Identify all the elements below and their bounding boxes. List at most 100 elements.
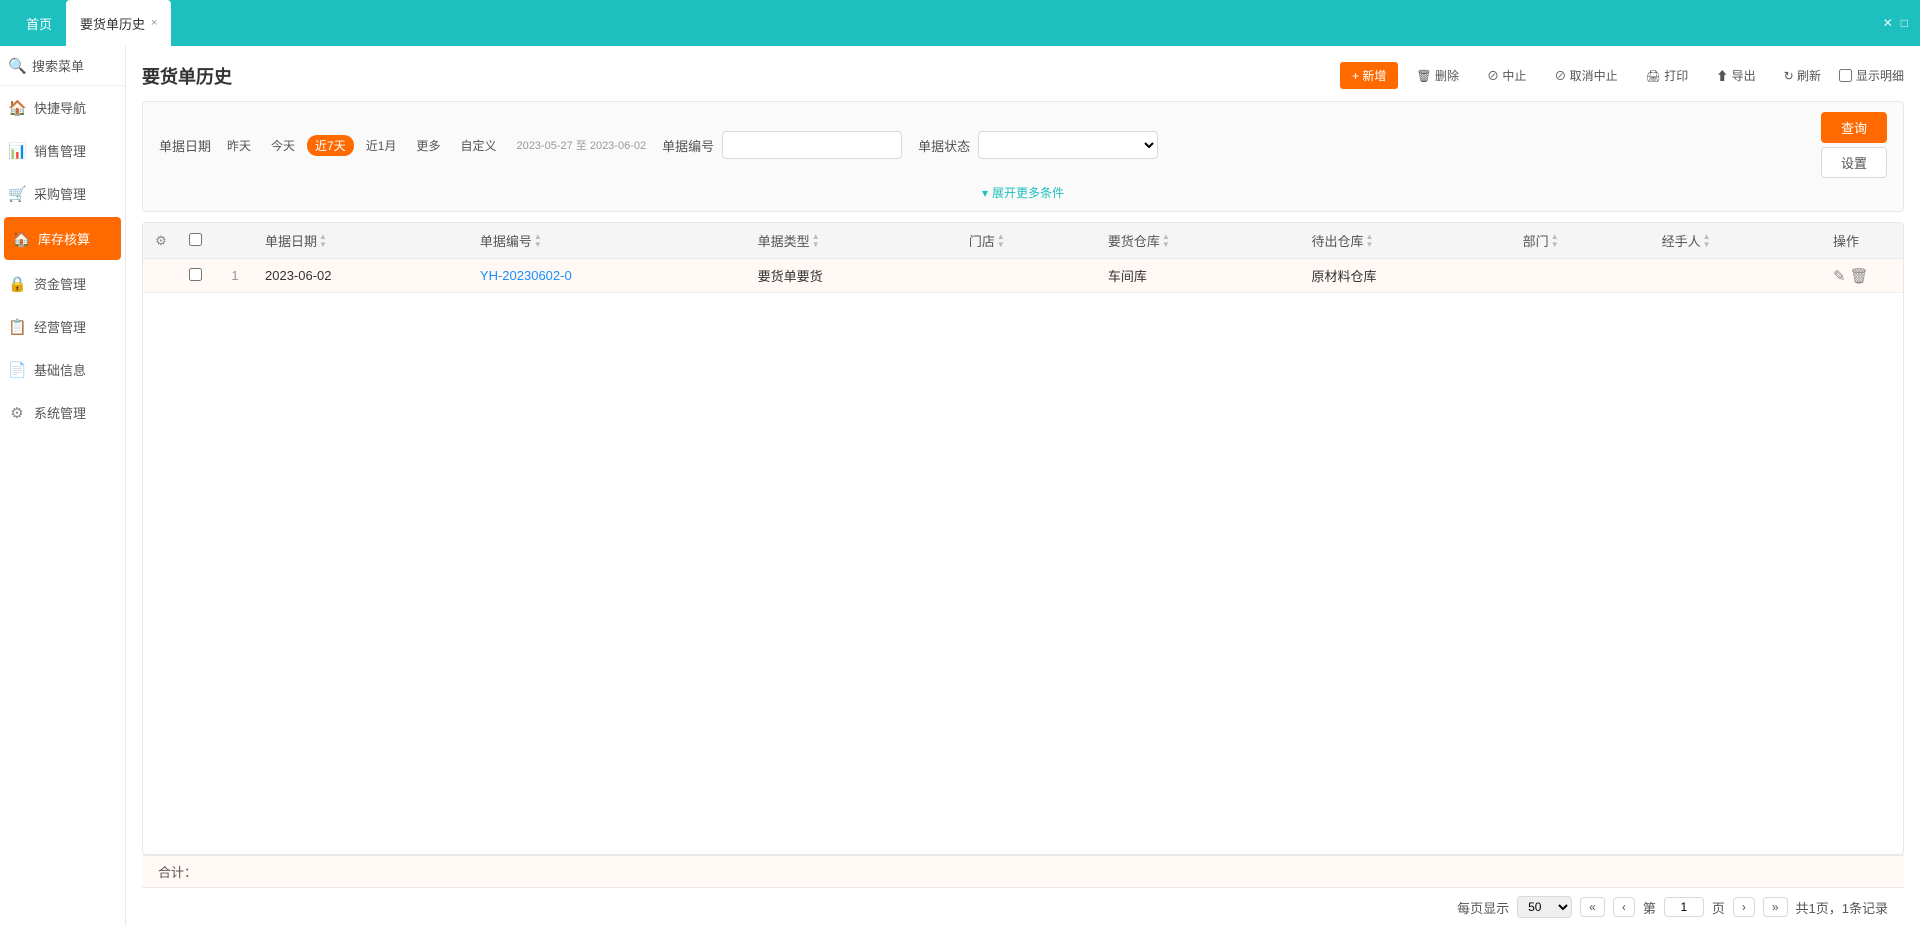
cancel-stop-button[interactable]: ⊘ 取消中止	[1544, 62, 1627, 89]
sidebar-item-label: 销售管理	[34, 141, 86, 160]
cell-checkbox	[179, 259, 215, 293]
sidebar-item-sales-mgmt[interactable]: 📊 销售管理	[0, 129, 125, 172]
table-body: 1 2023-06-02 YH-20230602-0 要货单要货 车间库 原材料…	[143, 259, 1903, 293]
ops-icon: 📋	[8, 318, 26, 336]
th-actions: 操作	[1823, 223, 1903, 259]
per-page-select[interactable]: 50 100 200	[1517, 896, 1572, 918]
edit-icon[interactable]: ✎	[1833, 267, 1846, 285]
first-page-btn[interactable]: «	[1580, 897, 1605, 917]
sidebar-search-label: 搜索菜单	[32, 56, 84, 75]
date-btn-custom[interactable]: 自定义	[452, 135, 504, 156]
th-department[interactable]: 部门 ▲▼	[1513, 223, 1652, 259]
sidebar-item-purchase-mgmt[interactable]: 🛒 采购管理	[0, 172, 125, 215]
pagination-bar: 每页显示 50 100 200 « ‹ 第 页 › » 共1页，1条记录	[142, 887, 1904, 926]
cell-handler	[1652, 259, 1823, 293]
window-maximize-btn[interactable]: □	[1901, 16, 1908, 30]
th-order-type[interactable]: 单据类型 ▲▼	[748, 223, 959, 259]
sidebar-item-finance-mgmt[interactable]: 🔒 资金管理	[0, 262, 125, 305]
page-suffix: 页	[1712, 898, 1725, 917]
page-input[interactable]	[1664, 897, 1704, 917]
date-btn-last7[interactable]: 近7天	[307, 135, 354, 156]
sales-icon: 📊	[8, 142, 26, 160]
th-handler[interactable]: 经手人 ▲▼	[1652, 223, 1823, 259]
sidebar-item-ops-mgmt[interactable]: 📋 经营管理	[0, 305, 125, 348]
table-header-row: ⚙ 单据日期 ▲▼	[143, 223, 1903, 259]
date-range-text: 2023-05-27 至 2023-06-02	[516, 137, 646, 153]
home-icon: 🏠	[8, 99, 26, 117]
date-btn-more[interactable]: 更多	[408, 135, 448, 156]
cell-actions: ✎ 🗑	[1823, 259, 1903, 293]
sidebar-item-label: 经营管理	[34, 317, 86, 336]
stop-button[interactable]: ⊘ 中止	[1477, 62, 1536, 89]
sidebar-item-inventory-calc[interactable]: 🏠 库存核算	[4, 217, 121, 260]
filter-row: 单据日期 昨天 今天 近7天 近1月 更多 自定义 2023-05-27 至 2…	[159, 112, 1887, 178]
show-detail-label[interactable]: 显示明细	[1839, 67, 1904, 84]
new-button[interactable]: + 新增	[1340, 62, 1398, 89]
delete-button[interactable]: 🗑 删除	[1406, 62, 1469, 89]
show-detail-checkbox[interactable]	[1839, 69, 1852, 82]
sidebar-search[interactable]: 🔍 搜索菜单	[0, 46, 125, 86]
order-no-link[interactable]: YH-20230602-0	[480, 268, 572, 283]
window-close-btn[interactable]: ✕	[1883, 16, 1893, 30]
sidebar-item-label: 基础信息	[34, 360, 86, 379]
cell-pending-warehouse: 原材料仓库	[1301, 259, 1512, 293]
th-store[interactable]: 门店 ▲▼	[959, 223, 1098, 259]
row-checkbox[interactable]	[189, 268, 202, 281]
filter-settings-button[interactable]: 设置	[1821, 147, 1887, 178]
export-button[interactable]: ⬆ 导出	[1706, 62, 1765, 89]
cell-store	[959, 259, 1098, 293]
date-btn-last-month[interactable]: 近1月	[358, 135, 405, 156]
search-icon: 🔍	[8, 57, 26, 75]
finance-icon: 🔒	[8, 275, 26, 293]
select-all-checkbox[interactable]	[189, 233, 202, 246]
sidebar-item-system-mgmt[interactable]: ⚙ 系统管理	[0, 391, 125, 434]
table-settings-icon[interactable]: ⚙	[153, 233, 169, 249]
expand-more-btn[interactable]: ▾ 展开更多条件	[159, 184, 1887, 201]
th-checkbox	[179, 223, 215, 259]
table-wrapper: ⚙ 单据日期 ▲▼	[142, 222, 1904, 855]
tab-home[interactable]: 首页	[12, 0, 66, 46]
filter-order-no-item: 单据编号	[662, 131, 902, 159]
date-btn-yesterday[interactable]: 昨天	[219, 135, 259, 156]
sidebar-item-basic-info[interactable]: 📄 基础信息	[0, 348, 125, 391]
expand-label: 展开更多条件	[992, 184, 1064, 201]
table-footer: 合计：	[142, 855, 1904, 887]
th-req-warehouse[interactable]: 要货仓库 ▲▼	[1098, 223, 1302, 259]
basic-info-icon: 📄	[8, 361, 26, 379]
toolbar: + 新增 🗑 删除 ⊘ 中止 ⊘ 取消中止 🖨 打印 ⬆ 导出 ↻ 刷新 显示明…	[1340, 62, 1904, 89]
th-pending-warehouse[interactable]: 待出仓库 ▲▼	[1301, 223, 1512, 259]
prev-page-btn[interactable]: ‹	[1613, 897, 1635, 917]
status-select[interactable]	[978, 131, 1158, 159]
filter-date-item: 单据日期 昨天 今天 近7天 近1月 更多 自定义 2023-05-27 至 2…	[159, 135, 646, 156]
delete-row-icon[interactable]: 🗑	[1850, 267, 1869, 285]
th-num	[215, 223, 255, 259]
expand-icon: ▾	[982, 186, 988, 200]
query-button[interactable]: 查询	[1821, 112, 1887, 143]
tab-close-icon[interactable]: ×	[151, 17, 157, 29]
total-label: 合计：	[158, 865, 197, 880]
per-page-label: 每页显示	[1457, 898, 1509, 917]
th-date[interactable]: 单据日期 ▲▼	[255, 223, 470, 259]
order-no-input[interactable]	[722, 131, 902, 159]
cell-req-warehouse: 车间库	[1098, 259, 1302, 293]
date-btn-today[interactable]: 今天	[263, 135, 303, 156]
th-order-no[interactable]: 单据编号 ▲▼	[470, 223, 748, 259]
total-records: 共1页，1条记录	[1796, 898, 1888, 917]
cell-order-no: YH-20230602-0	[470, 259, 748, 293]
filter-date-buttons: 昨天 今天 近7天 近1月 更多 自定义	[219, 135, 504, 156]
tab-home-label: 首页	[26, 14, 52, 33]
sidebar-item-quick-nav[interactable]: 🏠 快捷导航	[0, 86, 125, 129]
refresh-button[interactable]: ↻ 刷新	[1774, 62, 1831, 89]
tab-requisition-history[interactable]: 要货单历史 ×	[66, 0, 171, 46]
th-settings[interactable]: ⚙	[143, 223, 179, 259]
page-label: 第	[1643, 898, 1656, 917]
sidebar-item-label: 快捷导航	[34, 98, 86, 117]
sidebar-item-label: 系统管理	[34, 403, 86, 422]
status-label: 单据状态	[918, 136, 970, 155]
page-content: 要货单历史 + 新增 🗑 删除 ⊘ 中止 ⊘ 取消中止 🖨 打印 ⬆ 导出 ↻ …	[126, 46, 1920, 926]
last-page-btn[interactable]: »	[1763, 897, 1788, 917]
print-button[interactable]: 🖨 打印	[1636, 62, 1699, 89]
filter-area: 单据日期 昨天 今天 近7天 近1月 更多 自定义 2023-05-27 至 2…	[142, 101, 1904, 212]
tab-requisition-label: 要货单历史	[80, 14, 145, 33]
next-page-btn[interactable]: ›	[1733, 897, 1755, 917]
